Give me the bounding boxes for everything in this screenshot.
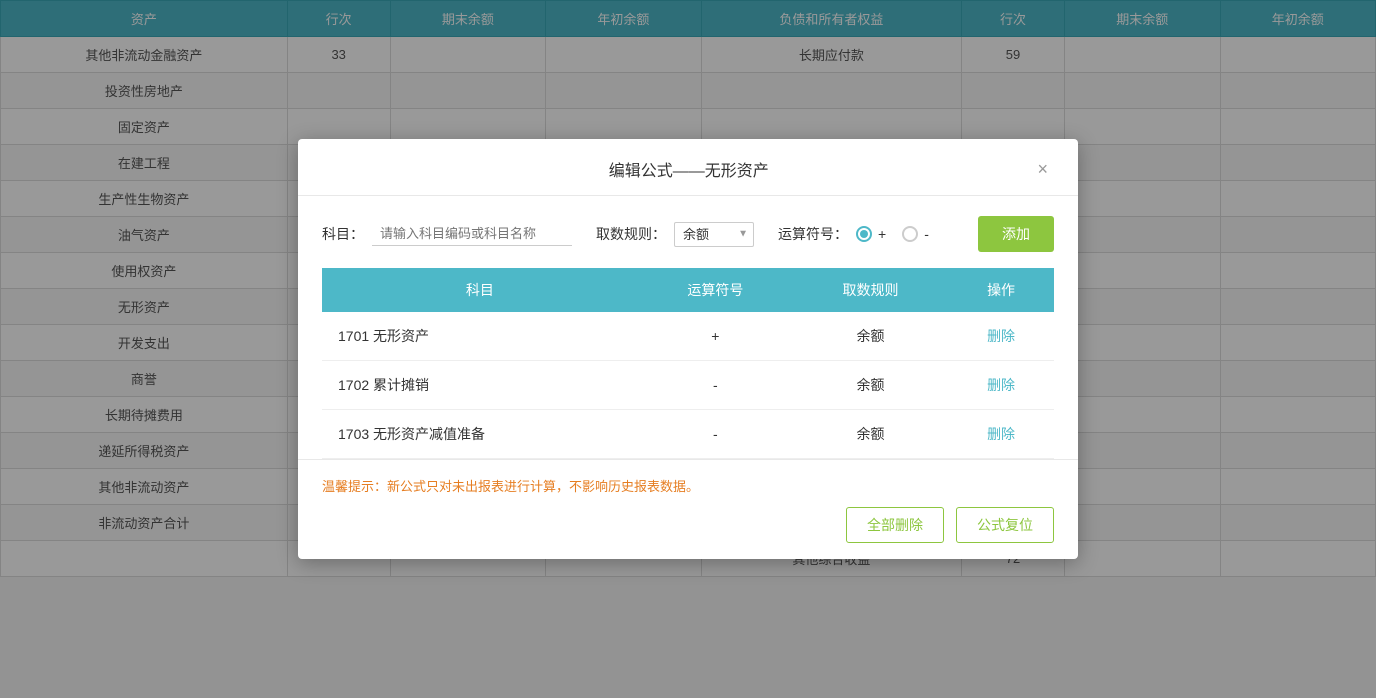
edit-formula-modal: 编辑公式——无形资产 × 科目： 取数规则： 余额 借方 贷方 借方发生额 贷方… (298, 139, 1078, 559)
modal-title: 编辑公式——无形资产 (346, 157, 1031, 181)
cell-rule: 余额 (793, 312, 948, 361)
th-subject: 科目 (322, 268, 638, 312)
add-button[interactable]: 添加 (978, 216, 1054, 252)
hint-text: 温馨提示：新公式只对未出报表进行计算，不影响历史报表数据。 (322, 476, 1054, 495)
table-header-row: 科目 运算符号 取数规则 操作 (322, 268, 1054, 312)
table-row: 1702 累计摊销 - 余额 删除 (322, 361, 1054, 410)
operator-minus-radio[interactable]: - (902, 226, 929, 242)
modal-header: 编辑公式——无形资产 × (298, 139, 1078, 196)
operator-plus-label: + (878, 226, 886, 242)
operator-radio-group: + - (856, 226, 929, 242)
th-rule: 取数规则 (793, 268, 948, 312)
cell-action: 删除 (948, 410, 1054, 459)
cell-rule: 余额 (793, 410, 948, 459)
cell-subject: 1701 无形资产 (322, 312, 638, 361)
modal-footer: 温馨提示：新公式只对未出报表进行计算，不影响历史报表数据。 全部删除 公式复位 (298, 459, 1078, 559)
operator-form-item: 运算符号： + - (778, 224, 929, 244)
modal-overlay: 编辑公式——无形资产 × 科目： 取数规则： 余额 借方 贷方 借方发生额 贷方… (0, 0, 1376, 698)
th-operator: 运算符号 (638, 268, 793, 312)
formula-table-wrap: 科目 运算符号 取数规则 操作 1701 无形资产 + 余额 删除 1702 累… (298, 268, 1078, 459)
footer-buttons: 全部删除 公式复位 (322, 507, 1054, 543)
table-row: 1703 无形资产减值准备 - 余额 删除 (322, 410, 1054, 459)
rule-select-container: 余额 借方 贷方 借方发生额 贷方发生额 ▼ (674, 222, 754, 247)
cell-subject: 1702 累计摊销 (322, 361, 638, 410)
radio-circle-plus (856, 226, 872, 242)
cell-subject: 1703 无形资产减值准备 (322, 410, 638, 459)
operator-label: 运算符号： (778, 224, 848, 244)
subject-label: 科目： (322, 224, 364, 244)
cell-rule: 余额 (793, 361, 948, 410)
rule-label: 取数规则： (596, 224, 666, 244)
cell-operator: - (638, 410, 793, 459)
radio-circle-minus (902, 226, 918, 242)
delete-all-button[interactable]: 全部删除 (846, 507, 944, 543)
form-row: 科目： 取数规则： 余额 借方 贷方 借方发生额 贷方发生额 ▼ 运算 (298, 196, 1078, 268)
cell-action: 删除 (948, 361, 1054, 410)
operator-minus-label: - (924, 226, 929, 242)
subject-input[interactable] (372, 222, 572, 246)
reset-formula-button[interactable]: 公式复位 (956, 507, 1054, 543)
th-action: 操作 (948, 268, 1054, 312)
formula-table: 科目 运算符号 取数规则 操作 1701 无形资产 + 余额 删除 1702 累… (322, 268, 1054, 459)
delete-row-button[interactable]: 删除 (987, 326, 1015, 346)
operator-plus-radio[interactable]: + (856, 226, 886, 242)
delete-row-button[interactable]: 删除 (987, 375, 1015, 395)
rule-form-item: 取数规则： 余额 借方 贷方 借方发生额 贷方发生额 ▼ (596, 222, 754, 247)
cell-operator: + (638, 312, 793, 361)
cell-operator: - (638, 361, 793, 410)
table-row: 1701 无形资产 + 余额 删除 (322, 312, 1054, 361)
delete-row-button[interactable]: 删除 (987, 424, 1015, 444)
cell-action: 删除 (948, 312, 1054, 361)
rule-select[interactable]: 余额 借方 贷方 借方发生额 贷方发生额 (674, 222, 754, 247)
subject-form-item: 科目： (322, 222, 572, 246)
modal-close-button[interactable]: × (1031, 158, 1054, 180)
